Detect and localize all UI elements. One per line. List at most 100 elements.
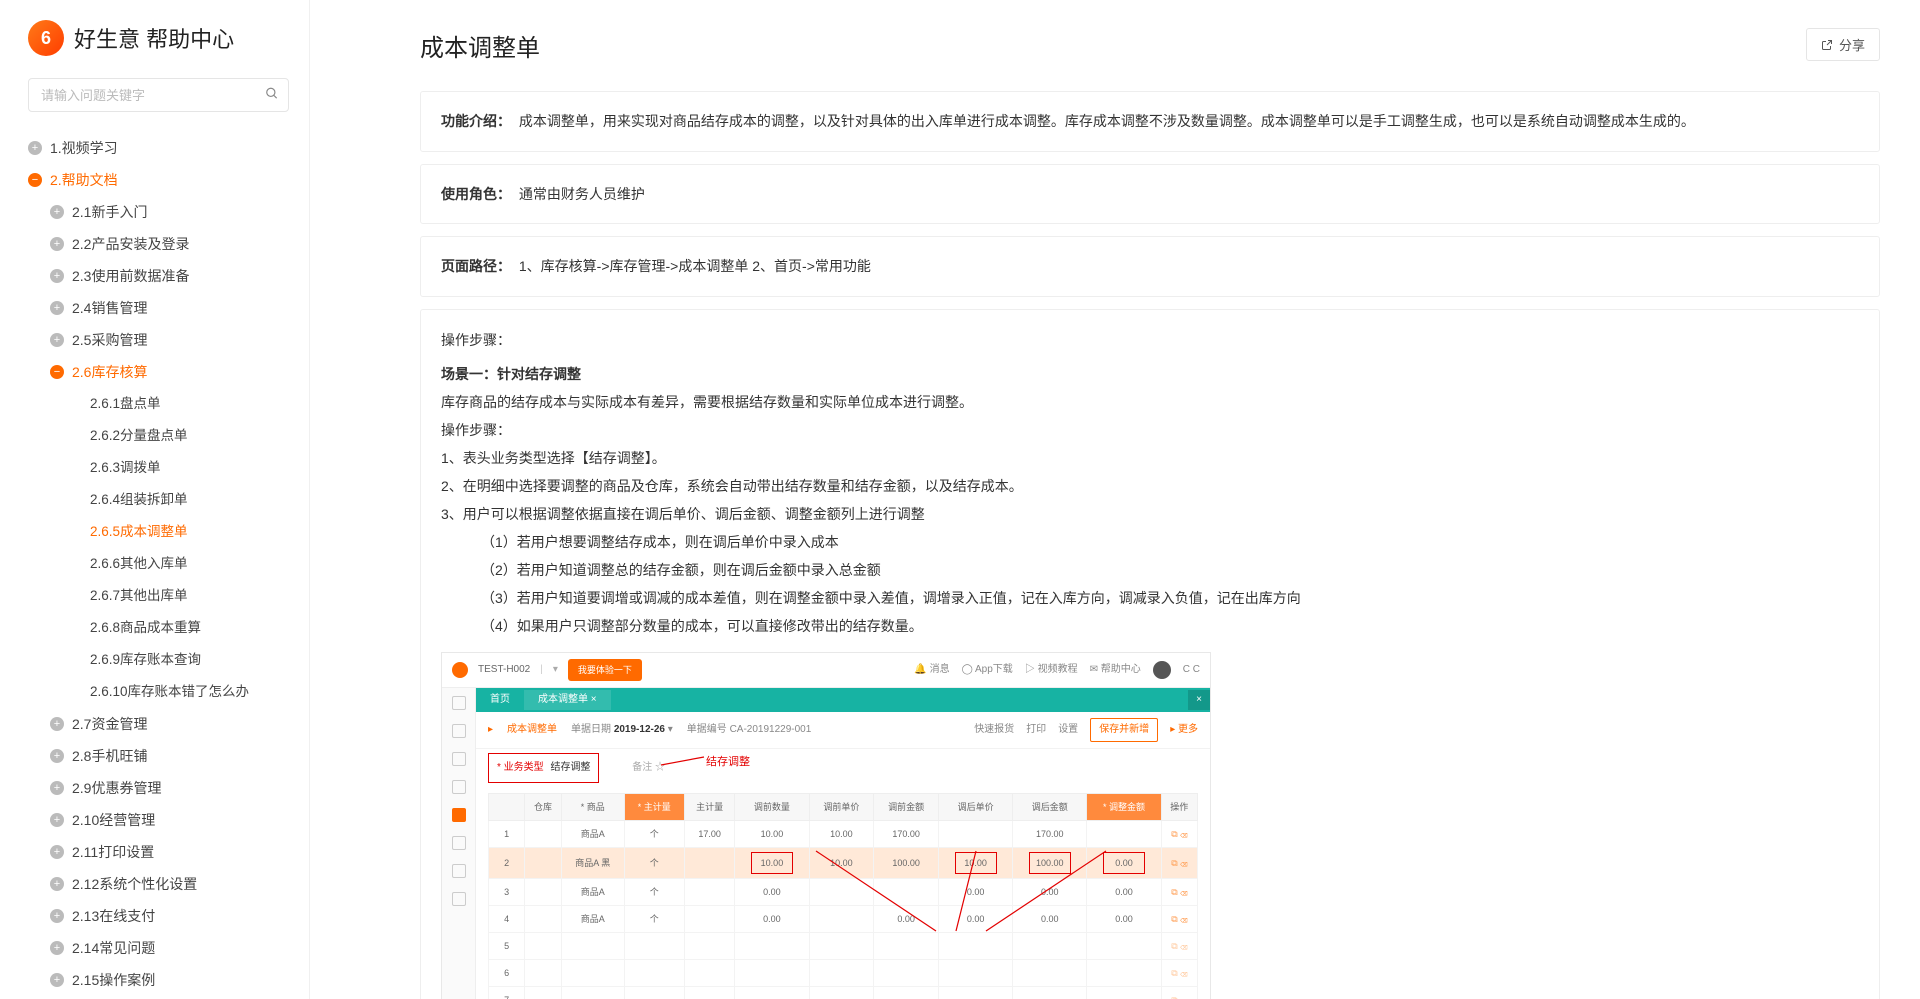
row-actions[interactable]: ⧉ ⌫ <box>1161 959 1197 986</box>
row-actions[interactable]: ⧉ ⌫ <box>1161 878 1197 905</box>
nav-item-label: 2.13在线支付 <box>72 900 155 932</box>
nav-item[interactable]: 2.10经营管理 <box>28 804 289 836</box>
expand-icon[interactable] <box>50 781 64 795</box>
nav-item[interactable]: 2.6.4组装拆卸单 <box>28 484 289 516</box>
nav-item[interactable]: 2.2产品安装及登录 <box>28 228 289 260</box>
nav-item[interactable]: 2.6.9库存账本查询 <box>28 644 289 676</box>
brand-name: 好生意 帮助中心 <box>74 22 234 54</box>
embed-quick[interactable]: 快速报货 <box>974 720 1014 740</box>
nav-item-label: 2.2产品安装及登录 <box>72 228 189 260</box>
expand-icon[interactable] <box>50 749 64 763</box>
embed-side-icon[interactable] <box>452 864 466 878</box>
expand-icon[interactable] <box>50 301 64 315</box>
row-actions[interactable]: ⧉ ⌫ <box>1161 905 1197 932</box>
embed-video[interactable]: ▷ 视频教程 <box>1025 660 1078 680</box>
nav-item[interactable]: 2.11打印设置 <box>28 836 289 868</box>
nav-item[interactable]: 2.7资金管理 <box>28 708 289 740</box>
row-actions[interactable]: ⧉ ⌫ <box>1161 986 1197 999</box>
role-label: 使用角色： <box>441 186 511 202</box>
embed-side-icon[interactable] <box>452 836 466 850</box>
nav-item[interactable]: 2.8手机旺铺 <box>28 740 289 772</box>
search-input[interactable] <box>28 78 289 112</box>
expand-icon[interactable] <box>50 717 64 731</box>
table-row: 1商品A个17.0010.0010.00170.00170.00⧉ ⌫ <box>489 820 1198 847</box>
embed-tab-doc[interactable]: 成本调整单 × <box>524 690 611 710</box>
embedded-screenshot: TEST-H002 | ▾ 我要体验一下 🔔 消息 ◯ App下载 ▷ 视频教程… <box>441 652 1211 999</box>
nav-item-label: 2.1新手入门 <box>72 196 147 228</box>
table-cell: 2 <box>489 847 525 878</box>
collapse-icon[interactable] <box>50 365 64 379</box>
row-actions[interactable]: ⧉ ⌫ <box>1161 847 1197 878</box>
nav-item[interactable]: 2.6.8商品成本重算 <box>28 612 289 644</box>
embed-msg[interactable]: 🔔 消息 <box>914 660 949 680</box>
table-cell: 100.00 <box>1013 847 1087 878</box>
embed-help[interactable]: ✉ 帮助中心 <box>1090 660 1141 680</box>
expand-icon[interactable] <box>50 973 64 987</box>
table-cell <box>1013 986 1087 999</box>
expand-icon[interactable] <box>50 941 64 955</box>
embed-settings[interactable]: 设置 <box>1058 720 1078 740</box>
nav-item[interactable]: 2.6.1盘点单 <box>28 388 289 420</box>
embed-app[interactable]: ◯ App下载 <box>962 660 1013 680</box>
search-icon[interactable] <box>265 87 279 104</box>
nav-item[interactable]: 2.9优惠券管理 <box>28 772 289 804</box>
nav-item-label: 2.6库存核算 <box>72 356 147 388</box>
embed-biztype-box: * 业务类型 结存调整 <box>488 753 599 783</box>
nav-item[interactable]: 2.帮助文档 <box>28 164 289 196</box>
table-cell <box>684 878 735 905</box>
nav-item[interactable]: 2.6.7其他出库单 <box>28 580 289 612</box>
expand-icon[interactable] <box>28 141 42 155</box>
nav-item-label: 2.4销售管理 <box>72 292 147 324</box>
nav-item[interactable]: 2.14常见问题 <box>28 932 289 964</box>
collapse-icon[interactable] <box>28 173 42 187</box>
nav-item[interactable]: 2.1新手入门 <box>28 196 289 228</box>
embed-side-icon-active[interactable] <box>452 808 466 822</box>
share-button[interactable]: 分享 <box>1806 28 1880 61</box>
nav-item[interactable]: 2.6.3调拨单 <box>28 452 289 484</box>
embed-tabs-close[interactable]: × <box>1188 690 1210 710</box>
nav-item-label: 2.15操作案例 <box>72 964 155 996</box>
row-actions[interactable]: ⧉ ⌫ <box>1161 820 1197 847</box>
expand-icon[interactable] <box>50 909 64 923</box>
embed-print[interactable]: 打印 <box>1026 720 1046 740</box>
nav-item[interactable]: 2.15操作案例 <box>28 964 289 996</box>
embed-side-icon[interactable] <box>452 780 466 794</box>
nav-item[interactable]: 2.13在线支付 <box>28 900 289 932</box>
expand-icon[interactable] <box>50 877 64 891</box>
nav-item[interactable]: 2.6.10库存账本错了怎么办 <box>28 676 289 708</box>
embed-avatar-icon[interactable] <box>1153 661 1171 679</box>
table-cell <box>525 847 561 878</box>
nav-item[interactable]: 2.4销售管理 <box>28 292 289 324</box>
row-actions[interactable]: ⧉ ⌫ <box>1161 932 1197 959</box>
expand-icon[interactable] <box>50 845 64 859</box>
embed-side-icon[interactable] <box>452 724 466 738</box>
expand-icon[interactable] <box>50 205 64 219</box>
intro-text: 成本调整单，用来实现对商品结存成本的调整，以及针对具体的出入库单进行成本调整。库… <box>519 113 1695 129</box>
embed-side-icon[interactable] <box>452 752 466 766</box>
nav-item-label: 2.8手机旺铺 <box>72 740 147 772</box>
table-cell: 0.00 <box>1087 905 1161 932</box>
embed-tab-home[interactable]: 首页 <box>476 690 524 710</box>
share-label: 分享 <box>1839 35 1865 54</box>
embed-more[interactable]: ▸ 更多 <box>1170 720 1198 740</box>
nav-item[interactable]: 2.12系统个性化设置 <box>28 868 289 900</box>
nav-item[interactable]: 2.6.6其他入库单 <box>28 548 289 580</box>
embed-trial-button[interactable]: 我要体验一下 <box>568 659 642 681</box>
table-cell <box>525 932 561 959</box>
expand-icon[interactable] <box>50 813 64 827</box>
brand-logo-icon: 6 <box>28 20 64 56</box>
nav-item[interactable]: 2.6库存核算 <box>28 356 289 388</box>
embed-side-icon[interactable] <box>452 892 466 906</box>
nav-item[interactable]: 2.6.2分量盘点单 <box>28 420 289 452</box>
nav-item[interactable]: 1.视频学习 <box>28 132 289 164</box>
embed-save-button[interactable]: 保存并新增 <box>1090 718 1158 742</box>
expand-icon[interactable] <box>50 237 64 251</box>
sidebar: 6 好生意 帮助中心 1.视频学习2.帮助文档2.1新手入门2.2产品安装及登录… <box>0 0 310 999</box>
nav-item[interactable]: 2.5采购管理 <box>28 324 289 356</box>
nav-item[interactable]: 2.3使用前数据准备 <box>28 260 289 292</box>
embed-side-icon[interactable] <box>452 696 466 710</box>
expand-icon[interactable] <box>50 333 64 347</box>
nav-item[interactable]: 2.6.5成本调整单 <box>28 516 289 548</box>
expand-icon[interactable] <box>50 269 64 283</box>
nav-item-label: 2.5采购管理 <box>72 324 147 356</box>
